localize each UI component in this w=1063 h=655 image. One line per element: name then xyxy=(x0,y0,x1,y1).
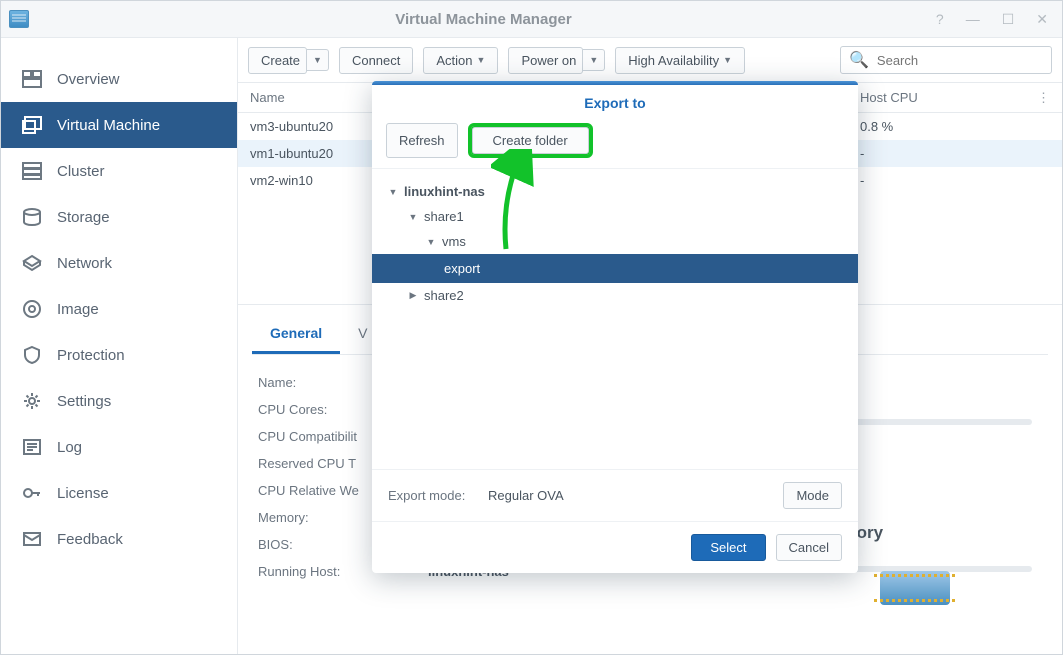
collapse-icon: ▼ xyxy=(426,237,436,247)
refresh-button[interactable]: Refresh xyxy=(386,123,458,158)
sidebar-item-log[interactable]: Log xyxy=(1,424,237,470)
sidebar-item-cluster[interactable]: Cluster xyxy=(1,148,237,194)
sidebar-item-label: Settings xyxy=(57,393,111,410)
sidebar-item-label: Log xyxy=(57,439,82,456)
modal-title: Export to xyxy=(372,85,858,117)
create-folder-button[interactable]: Create folder xyxy=(472,127,589,154)
vm-icon xyxy=(21,114,43,136)
minimize-icon[interactable]: — xyxy=(960,9,986,30)
power-button[interactable]: Power on xyxy=(508,47,583,74)
window-title: Virtual Machine Manager xyxy=(37,11,930,28)
chevron-down-icon: ▼ xyxy=(477,55,486,65)
image-icon xyxy=(21,298,43,320)
create-dropdown[interactable]: ▼ xyxy=(307,49,329,71)
chevron-down-icon: ▼ xyxy=(723,55,732,65)
connect-button[interactable]: Connect xyxy=(339,47,413,74)
sidebar-item-license[interactable]: License xyxy=(1,470,237,516)
sidebar-item-label: Storage xyxy=(57,209,110,226)
chevron-down-icon: ▼ xyxy=(313,55,322,65)
resource-panel: PU emory GB xyxy=(832,391,1032,590)
storage-icon xyxy=(21,206,43,228)
cpu-chip-icon xyxy=(880,571,950,605)
sidebar-item-label: Virtual Machine xyxy=(57,117,160,134)
sidebar-item-overview[interactable]: Overview xyxy=(1,56,237,102)
overview-icon xyxy=(21,68,43,90)
highlight-annotation: Create folder xyxy=(468,123,593,158)
export-modal: Export to Refresh Create folder ▼linuxhi… xyxy=(372,81,858,573)
shield-icon xyxy=(21,344,43,366)
sidebar-item-label: Cluster xyxy=(57,163,105,180)
sidebar-item-label: Overview xyxy=(57,71,120,88)
search-input[interactable] xyxy=(875,52,1043,69)
tree-node-share1[interactable]: ▼share1 xyxy=(386,204,844,229)
sidebar: Overview Virtual Machine Cluster Storage… xyxy=(1,38,237,654)
power-dropdown[interactable]: ▼ xyxy=(583,49,605,71)
expand-icon: ▶ xyxy=(408,290,418,301)
export-mode-value: Regular OVA xyxy=(488,488,783,503)
select-button[interactable]: Select xyxy=(691,534,765,561)
maximize-icon[interactable]: ☐ xyxy=(996,9,1021,30)
app-icon xyxy=(9,10,29,28)
cluster-icon xyxy=(21,160,43,182)
memory-title: emory xyxy=(832,523,1032,543)
tree-node-export[interactable]: export xyxy=(372,254,858,283)
sidebar-item-label: Network xyxy=(57,255,112,272)
memory-gb: GB xyxy=(832,543,1032,558)
sidebar-item-feedback[interactable]: Feedback xyxy=(1,516,237,562)
key-icon xyxy=(21,482,43,504)
tab-general[interactable]: General xyxy=(252,315,340,354)
chevron-down-icon: ▼ xyxy=(589,55,598,65)
sidebar-item-label: Protection xyxy=(57,347,125,364)
sidebar-item-label: Feedback xyxy=(57,531,123,548)
search-box[interactable]: 🔍 xyxy=(840,46,1052,74)
column-host-cpu[interactable]: Host CPU xyxy=(860,90,1037,105)
search-icon: 🔍 xyxy=(849,50,869,70)
sidebar-item-image[interactable]: Image xyxy=(1,286,237,332)
sidebar-item-label: License xyxy=(57,485,109,502)
create-button[interactable]: Create xyxy=(248,47,307,74)
help-icon[interactable]: ? xyxy=(930,9,950,30)
tree-node-vms[interactable]: ▼vms xyxy=(386,229,844,254)
tree-node-share2[interactable]: ▶share2 xyxy=(386,283,844,308)
tree-node-root[interactable]: ▼linuxhint-nas xyxy=(386,179,844,204)
collapse-icon: ▼ xyxy=(408,212,418,222)
mail-icon xyxy=(21,528,43,550)
close-icon[interactable]: ✕ xyxy=(1030,9,1054,30)
folder-tree: ▼linuxhint-nas ▼share1 ▼vms export ▶shar… xyxy=(372,169,858,469)
high-availability-button[interactable]: High Availability ▼ xyxy=(615,47,745,74)
sidebar-item-settings[interactable]: Settings xyxy=(1,378,237,424)
log-icon xyxy=(21,436,43,458)
action-button[interactable]: Action ▼ xyxy=(423,47,498,74)
cancel-button[interactable]: Cancel xyxy=(776,534,842,561)
gear-icon xyxy=(21,390,43,412)
column-menu-icon[interactable]: ⋮ xyxy=(1037,90,1050,106)
sidebar-item-storage[interactable]: Storage xyxy=(1,194,237,240)
collapse-icon: ▼ xyxy=(388,187,398,197)
sidebar-item-protection[interactable]: Protection xyxy=(1,332,237,378)
cpu-bar xyxy=(832,419,1032,425)
sidebar-item-virtual-machine[interactable]: Virtual Machine xyxy=(1,102,237,148)
network-icon xyxy=(21,252,43,274)
sidebar-item-label: Image xyxy=(57,301,99,318)
export-mode-label: Export mode: xyxy=(388,488,488,503)
cpu-title: PU xyxy=(832,391,1032,411)
sidebar-item-network[interactable]: Network xyxy=(1,240,237,286)
mode-button[interactable]: Mode xyxy=(783,482,842,509)
